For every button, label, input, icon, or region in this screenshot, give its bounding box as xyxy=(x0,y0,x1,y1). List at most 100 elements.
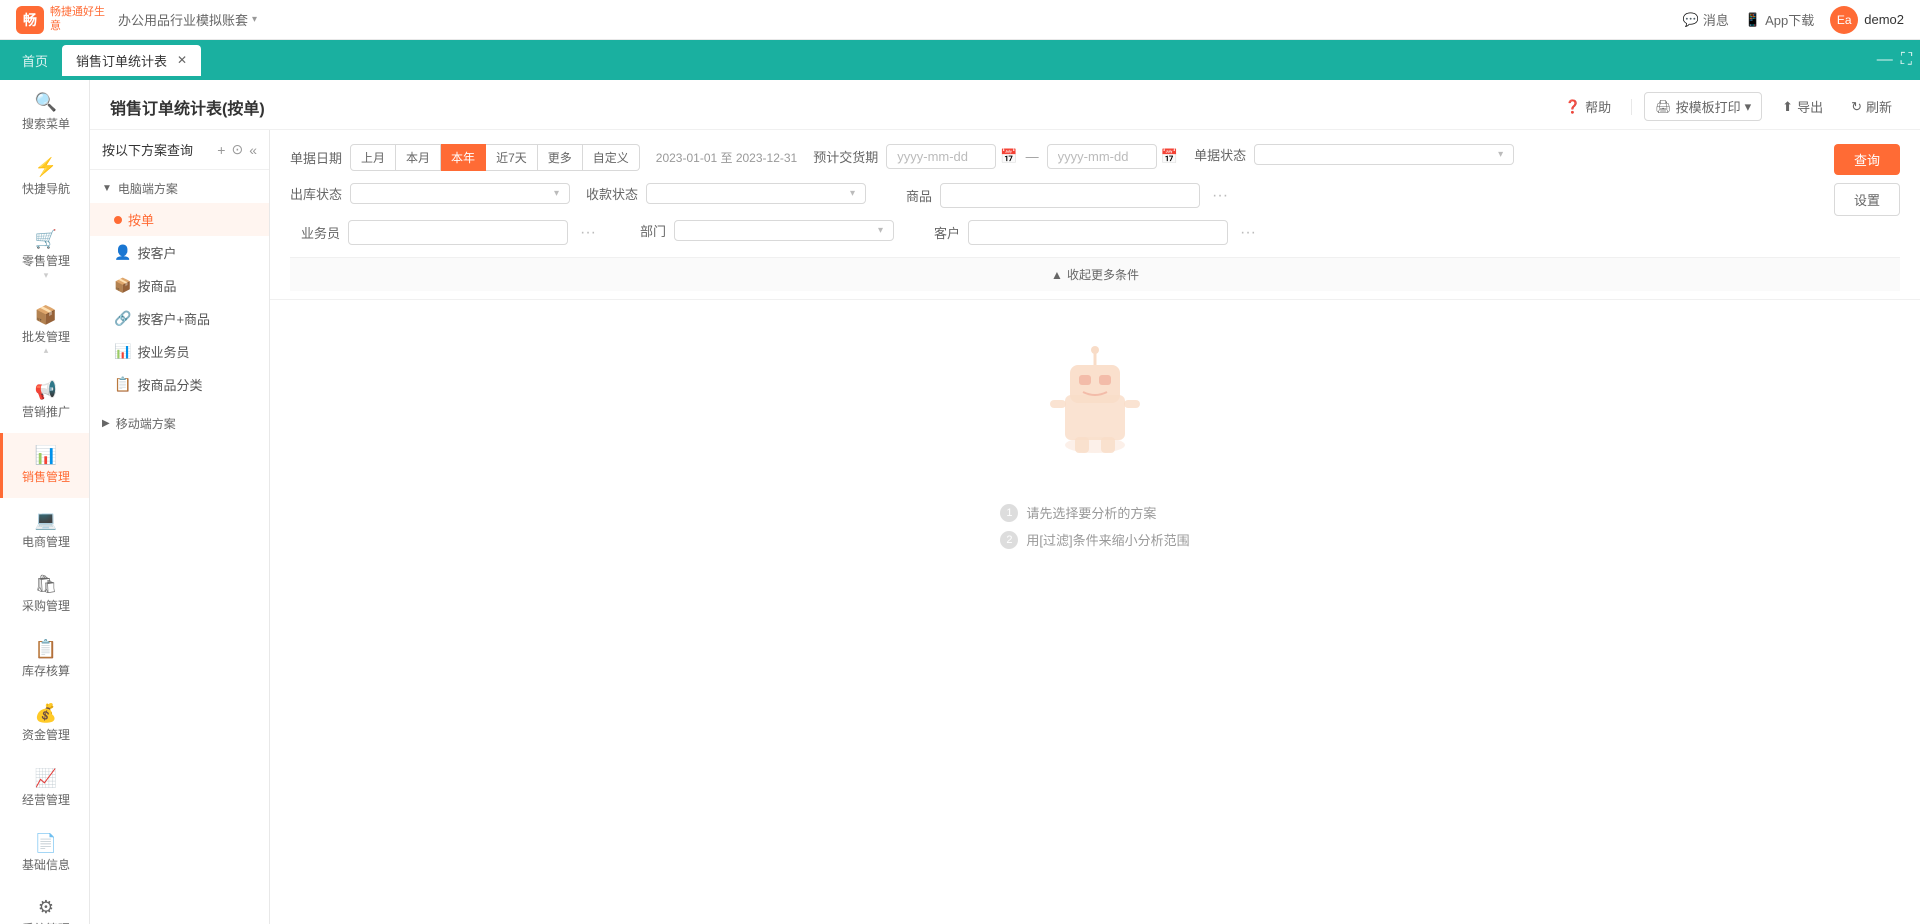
app-selector[interactable]: 办公用品行业模拟账套 ▾ xyxy=(118,10,257,29)
tab-home-label: 首页 xyxy=(22,51,48,70)
print-icon: 🖨 xyxy=(1655,99,1672,115)
refresh-button[interactable]: ↻ 刷新 xyxy=(1843,93,1900,120)
scheme-collapse-button[interactable]: « xyxy=(249,142,257,158)
sidebar-item-label: 零售管理 xyxy=(22,254,70,270)
department-label: 部门 xyxy=(616,221,666,240)
product-input[interactable] xyxy=(940,183,1200,208)
sidebar-item-purchase[interactable]: 🛍 采购管理 xyxy=(0,562,89,627)
scheme-group-mobile-header[interactable]: ▶ 移动端方案 xyxy=(90,409,269,438)
settings-button[interactable]: 设置 xyxy=(1834,183,1900,216)
empty-step-1: 1 请先选择要分析的方案 xyxy=(1000,503,1189,522)
page-title: 销售订单统计表(按单) xyxy=(110,95,265,119)
payment-status-select[interactable]: ▾ xyxy=(646,183,866,204)
salesperson-more-btn[interactable]: ··· xyxy=(576,224,600,242)
filter-row-3: 业务员 ··· 部门 ▾ xyxy=(290,220,1818,245)
customer-more-btn[interactable]: ··· xyxy=(1236,224,1260,242)
search-icon: 🔍 xyxy=(35,92,57,113)
scheme-item-by-salesperson[interactable]: 📊 按业务员 xyxy=(90,335,269,368)
user-initials: Ea xyxy=(1837,13,1852,27)
filter-fields: 单据日期 上月 本月 本年 近7天 更多 自定义 xyxy=(290,144,1818,257)
scheme-add-button[interactable]: + xyxy=(217,142,225,158)
customer-input[interactable] xyxy=(968,220,1228,245)
scheme-settings-button[interactable]: ⊙ xyxy=(231,141,243,158)
sidebar-item-operations[interactable]: 📈 经营管理 xyxy=(0,756,89,821)
scheme-item-by-cust-prod[interactable]: 🔗 按客户+商品 xyxy=(90,302,269,335)
query-button[interactable]: 查询 xyxy=(1834,144,1900,175)
message-button[interactable]: 💬 消息 xyxy=(1683,10,1729,29)
date-7days-btn[interactable]: 近7天 xyxy=(486,144,538,171)
scheme-panel: 按以下方案查询 + ⊙ « ▼ 电脑端方案 按单 xyxy=(90,130,270,924)
product-more-btn[interactable]: ··· xyxy=(1208,187,1232,205)
bill-status-select[interactable]: ▾ xyxy=(1254,144,1514,165)
sidebar-item-marketing[interactable]: 📢 营销推广 xyxy=(0,368,89,433)
sidebar-item-quick-nav[interactable]: ⚡ 快捷导航 xyxy=(0,145,89,210)
bill-status-label: 单据状态 xyxy=(1194,145,1246,164)
help-button[interactable]: ❓ 帮助 xyxy=(1557,93,1619,120)
sidebar-item-inventory[interactable]: 📋 库存核算 xyxy=(0,627,89,692)
content-area: 销售订单统计表(按单) ❓ 帮助 🖨 按模板打印 ▾ ⬆ 导出 ↻ xyxy=(90,80,1920,924)
scheme-panel-header: 按以下方案查询 + ⊙ « xyxy=(90,130,269,170)
scheme-item-label: 按客户+商品 xyxy=(137,309,210,328)
customer-icon: 👤 xyxy=(114,244,131,261)
scheme-item-by-prod-category[interactable]: 📋 按商品分类 xyxy=(90,368,269,401)
minimize-icon[interactable]: — xyxy=(1877,51,1893,69)
tab-close-icon[interactable]: ✕ xyxy=(177,54,187,66)
wholesale-icon: 📦 xyxy=(35,305,57,326)
date-last-month-btn[interactable]: 上月 xyxy=(350,144,396,171)
department-select[interactable]: ▾ xyxy=(674,220,894,241)
customer-label: 客户 xyxy=(910,223,960,242)
expected-delivery-end[interactable] xyxy=(1047,144,1157,169)
maximize-icon[interactable]: ⛶ xyxy=(1901,51,1912,69)
app-download-button[interactable]: 📱 App下载 xyxy=(1745,10,1814,29)
top-bar-right: 💬 消息 📱 App下载 Ea demo2 xyxy=(1683,6,1904,34)
sidebar-item-finance[interactable]: 💰 资金管理 xyxy=(0,691,89,756)
filter-result-panel: 单据日期 上月 本月 本年 近7天 更多 自定义 xyxy=(270,130,1920,924)
sidebar-item-basic-info[interactable]: 📄 基础信息 xyxy=(0,821,89,886)
bill-date-label: 单据日期 xyxy=(290,148,342,167)
out-status-select[interactable]: ▾ xyxy=(350,183,570,204)
export-button[interactable]: ⬆ 导出 xyxy=(1774,93,1831,120)
date-this-year-btn[interactable]: 本年 xyxy=(441,144,486,171)
tab-sales-stat[interactable]: 销售订单统计表 ✕ xyxy=(62,45,201,76)
sidebar-item-wholesale[interactable]: 📦 批发管理 ▴ xyxy=(0,293,89,369)
sidebar-item-label: 销售管理 xyxy=(22,470,70,486)
filter-row-2: 出库状态 ▾ 收款状态 xyxy=(290,183,1818,208)
main-layout: 🔍 搜索菜单 ⚡ 快捷导航 🛒 零售管理 ▾ 📦 批发管理 ▴ 📢 营销推广 📊… xyxy=(0,80,1920,924)
date-this-month-btn[interactable]: 本月 xyxy=(396,144,441,171)
scheme-item-label: 按商品分类 xyxy=(137,375,202,394)
top-bar-left: 畅 畅捷通好生意 办公用品行业模拟账套 ▾ xyxy=(16,6,257,34)
salesperson-input[interactable] xyxy=(348,220,568,245)
scheme-item-by-customer[interactable]: 👤 按客户 xyxy=(90,236,269,269)
collapse-bar[interactable]: ▲ 收起更多条件 xyxy=(290,257,1900,291)
sidebar-item-label: 经营管理 xyxy=(22,793,70,809)
scheme-group-pc-label: 电脑端方案 xyxy=(118,180,178,197)
tab-home[interactable]: 首页 xyxy=(8,45,62,76)
scheme-group-pc-header[interactable]: ▼ 电脑端方案 xyxy=(90,174,269,203)
sidebar-item-retail[interactable]: 🛒 零售管理 ▾ xyxy=(0,217,89,293)
user-profile[interactable]: Ea demo2 xyxy=(1830,6,1904,34)
tab-sales-stat-label: 销售订单统计表 xyxy=(76,51,167,70)
user-name: demo2 xyxy=(1864,12,1904,27)
scheme-item-by-order[interactable]: 按单 xyxy=(90,203,269,236)
filter-row-1: 单据日期 上月 本月 本年 近7天 更多 自定义 xyxy=(290,144,1818,171)
retail-icon: 🛒 xyxy=(35,229,57,250)
print-template-button[interactable]: 🖨 按模板打印 ▾ xyxy=(1644,92,1762,121)
date-custom-btn[interactable]: 自定义 xyxy=(583,144,640,171)
scheme-item-by-product[interactable]: 📦 按商品 xyxy=(90,269,269,302)
export-label: 导出 xyxy=(1797,97,1823,116)
sidebar-item-label: 基础信息 xyxy=(22,858,70,874)
expected-delivery-start[interactable] xyxy=(886,144,996,169)
sales-icon: 📊 xyxy=(35,445,57,466)
sidebar-item-sales[interactable]: 📊 销售管理 xyxy=(0,433,89,498)
sidebar-item-search-menu[interactable]: 🔍 搜索菜单 xyxy=(0,80,89,145)
sidebar-item-system[interactable]: ⚙ 系统管理 xyxy=(0,885,89,924)
step-1-text: 请先选择要分析的方案 xyxy=(1026,503,1156,522)
date-more-btn[interactable]: 更多 xyxy=(538,144,583,171)
operations-icon: 📈 xyxy=(35,768,57,789)
basic-info-icon: 📄 xyxy=(35,833,57,854)
out-status-label: 出库状态 xyxy=(290,184,342,203)
sidebar-item-ecom[interactable]: 💻 电商管理 xyxy=(0,498,89,563)
salesperson-label: 业务员 xyxy=(290,223,340,242)
date-filter-buttons: 上月 本月 本年 近7天 更多 自定义 xyxy=(350,144,640,171)
empty-steps: 1 请先选择要分析的方案 2 用[过滤]条件来缩小分析范围 xyxy=(1000,503,1189,557)
